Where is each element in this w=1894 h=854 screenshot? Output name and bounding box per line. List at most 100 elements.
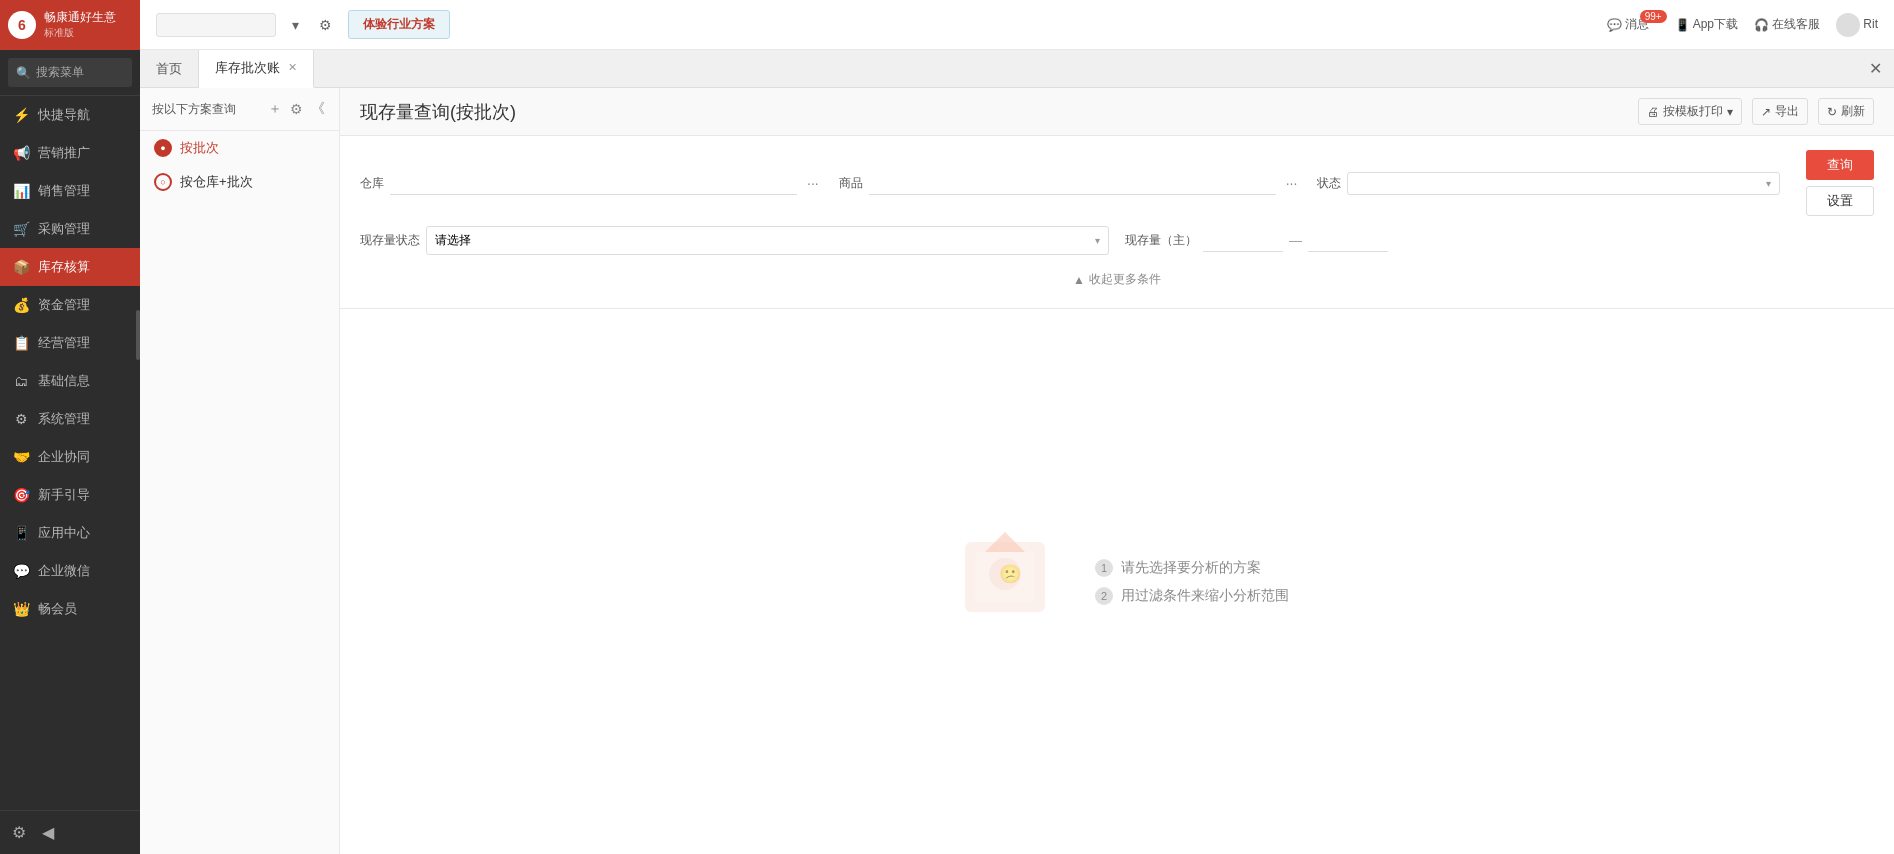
plan-settings-button[interactable]: ⚙ xyxy=(288,98,305,120)
sidebar-item-label: 企业协同 xyxy=(38,448,90,466)
message-button[interactable]: 💬 消息 99+ xyxy=(1607,16,1659,33)
stock-qty-separator: — xyxy=(1289,233,1302,248)
user-avatar xyxy=(1836,13,1860,37)
stock-status-select[interactable]: 请选择 ▾ xyxy=(426,226,1109,255)
sidebar-item-label: 采购管理 xyxy=(38,220,90,238)
settings-footer-button[interactable]: ⚙ xyxy=(8,819,30,846)
sidebar-item-quick-nav[interactable]: ⚡ 快捷导航 xyxy=(0,96,140,134)
left-panel: 按以下方案查询 ＋ ⚙ 《 ● 按批次 ○ 按仓库+批次 xyxy=(140,88,340,854)
user-menu[interactable]: Rit xyxy=(1836,13,1878,37)
status-select[interactable]: ▾ xyxy=(1347,172,1780,195)
industry-solution-button[interactable]: 体验行业方案 xyxy=(348,10,450,39)
warehouse-input[interactable] xyxy=(390,172,797,195)
tab-close-button[interactable]: ✕ xyxy=(288,61,297,74)
sidebar-footer: ⚙ ◀ xyxy=(0,810,140,854)
message-badge: 99+ xyxy=(1640,10,1667,23)
stock-status-value: 请选择 xyxy=(435,232,471,249)
sidebar-item-label: 新手引导 xyxy=(38,486,90,504)
empty-tips: 1 请先选择要分析的方案 2 用过滤条件来缩小分析范围 xyxy=(1095,559,1289,605)
stock-status-label: 现存量状态 xyxy=(360,232,420,249)
collapse-sidebar-button[interactable]: ◀ xyxy=(38,819,58,846)
collapse-panel-button[interactable]: 《 xyxy=(309,98,327,120)
tip-1-number: 1 xyxy=(1095,559,1113,577)
empty-tip-2: 2 用过滤条件来缩小分析范围 xyxy=(1095,587,1289,605)
app-logo: 6 xyxy=(8,11,36,39)
print-template-button[interactable]: 🖨 按模板打印 ▾ xyxy=(1638,98,1742,125)
page-header-actions: 🖨 按模板打印 ▾ ↗ 导出 ↻ 刷新 xyxy=(1638,98,1874,125)
set-button[interactable]: 设置 xyxy=(1806,186,1874,216)
product-input[interactable] xyxy=(869,172,1276,195)
status-label: 状态 xyxy=(1317,175,1341,192)
stock-qty-to-input[interactable] xyxy=(1308,229,1388,252)
wechat-icon: 💬 xyxy=(12,562,30,580)
content-area: 按以下方案查询 ＋ ⚙ 《 ● 按批次 ○ 按仓库+批次 现存量查询(按批次) xyxy=(140,88,1894,854)
stock-qty-label: 现存量（主） xyxy=(1125,232,1197,249)
topbar-search-input[interactable] xyxy=(156,13,276,37)
sidebar-item-guide[interactable]: 🎯 新手引导 xyxy=(0,476,140,514)
sidebar-item-label: 应用中心 xyxy=(38,524,90,542)
collapse-chevron-icon: ▲ xyxy=(1073,273,1085,287)
system-icon: ⚙ xyxy=(12,410,30,428)
sidebar-item-label: 系统管理 xyxy=(38,410,90,428)
query-button[interactable]: 查询 xyxy=(1806,150,1874,180)
sidebar-item-label: 基础信息 xyxy=(38,372,90,390)
warehouse-more-button[interactable]: ··· xyxy=(803,173,823,193)
sidebar-search-section: 🔍 搜索菜单 xyxy=(0,50,140,96)
topbar: ▾ ⚙ 体验行业方案 💬 消息 99+ 📱 App下载 🎧 在线客服 Rit xyxy=(140,0,1894,50)
sidebar-item-marketing[interactable]: 📢 营销推广 xyxy=(0,134,140,172)
dropdown-button[interactable]: ▾ xyxy=(288,13,303,37)
add-plan-button[interactable]: ＋ xyxy=(266,98,284,120)
plan-by-warehouse-batch[interactable]: ○ 按仓库+批次 xyxy=(140,165,339,199)
filter-row-2: 现存量状态 请选择 ▾ 现存量（主） — xyxy=(360,226,1874,255)
left-panel-header: 按以下方案查询 ＋ ⚙ 《 xyxy=(140,88,339,131)
stock-qty-from-input[interactable] xyxy=(1203,229,1283,252)
plan-by-warehouse-batch-icon: ○ xyxy=(154,173,172,191)
empty-svg: 😕 xyxy=(945,512,1065,632)
sidebar-item-purchase[interactable]: 🛒 采购管理 xyxy=(0,210,140,248)
empty-tip-1: 1 请先选择要分析的方案 xyxy=(1095,559,1289,577)
right-panel: 现存量查询(按批次) 🖨 按模板打印 ▾ ↗ 导出 ↻ 刷新 xyxy=(340,88,1894,854)
inventory-icon: 📦 xyxy=(12,258,30,276)
sidebar-item-enterprise[interactable]: 🤝 企业协同 xyxy=(0,438,140,476)
product-more-button[interactable]: ··· xyxy=(1282,173,1302,193)
refresh-icon: ↻ xyxy=(1827,105,1837,119)
stock-status-filter: 现存量状态 请选择 ▾ xyxy=(360,226,1109,255)
left-panel-title: 按以下方案查询 xyxy=(152,101,236,118)
sidebar-item-system[interactable]: ⚙ 系统管理 xyxy=(0,400,140,438)
plan-by-batch-icon: ● xyxy=(154,139,172,157)
app-download-button[interactable]: 📱 App下载 xyxy=(1675,16,1738,33)
sidebar-item-sales[interactable]: 📊 销售管理 xyxy=(0,172,140,210)
sidebar-item-basics[interactable]: 🗂 基础信息 xyxy=(0,362,140,400)
filter-row-1: 仓库 ··· 商品 ··· 状态 ▾ xyxy=(360,150,1874,216)
refresh-button[interactable]: ↻ 刷新 xyxy=(1818,98,1874,125)
tab-home-label: 首页 xyxy=(156,60,182,78)
product-label: 商品 xyxy=(839,175,863,192)
sidebar-item-member[interactable]: 👑 畅会员 xyxy=(0,590,140,628)
search-menu-button[interactable]: 🔍 搜索菜单 xyxy=(8,58,132,87)
topbar-right: 💬 消息 99+ 📱 App下载 🎧 在线客服 Rit xyxy=(1607,13,1878,37)
settings-button[interactable]: ⚙ xyxy=(315,13,336,37)
tip-2-text: 用过滤条件来缩小分析范围 xyxy=(1121,587,1289,605)
main-area: ▾ ⚙ 体验行业方案 💬 消息 99+ 📱 App下载 🎧 在线客服 Rit xyxy=(140,0,1894,854)
sales-icon: 📊 xyxy=(12,182,30,200)
action-buttons: 查询 设置 xyxy=(1806,150,1874,216)
sidebar-item-apps[interactable]: 📱 应用中心 xyxy=(0,514,140,552)
tabs-bar: 首页 库存批次账 ✕ ✕ xyxy=(140,50,1894,88)
close-all-tabs-button[interactable]: ✕ xyxy=(1857,59,1894,78)
tip-2-number: 2 xyxy=(1095,587,1113,605)
sidebar-item-inventory[interactable]: 📦 库存核算 xyxy=(0,248,140,286)
sidebar-item-operations[interactable]: 📋 经营管理 xyxy=(0,324,140,362)
operations-icon: 📋 xyxy=(12,334,30,352)
app-version: 标准版 xyxy=(44,26,116,40)
tab-inventory-batch[interactable]: 库存批次账 ✕ xyxy=(199,50,314,88)
export-button[interactable]: ↗ 导出 xyxy=(1752,98,1808,125)
collapse-more-conditions[interactable]: ▲ 收起更多条件 xyxy=(360,265,1874,294)
sidebar-item-wechat[interactable]: 💬 企业微信 xyxy=(0,552,140,590)
svg-text:😕: 😕 xyxy=(999,563,1022,585)
sidebar-item-finance[interactable]: 💰 资金管理 xyxy=(0,286,140,324)
page-header: 现存量查询(按批次) 🖨 按模板打印 ▾ ↗ 导出 ↻ 刷新 xyxy=(340,88,1894,136)
online-service-button[interactable]: 🎧 在线客服 xyxy=(1754,16,1820,33)
plan-by-batch[interactable]: ● 按批次 xyxy=(140,131,339,165)
tab-home[interactable]: 首页 xyxy=(140,50,199,88)
print-icon: 🖨 xyxy=(1647,105,1659,119)
